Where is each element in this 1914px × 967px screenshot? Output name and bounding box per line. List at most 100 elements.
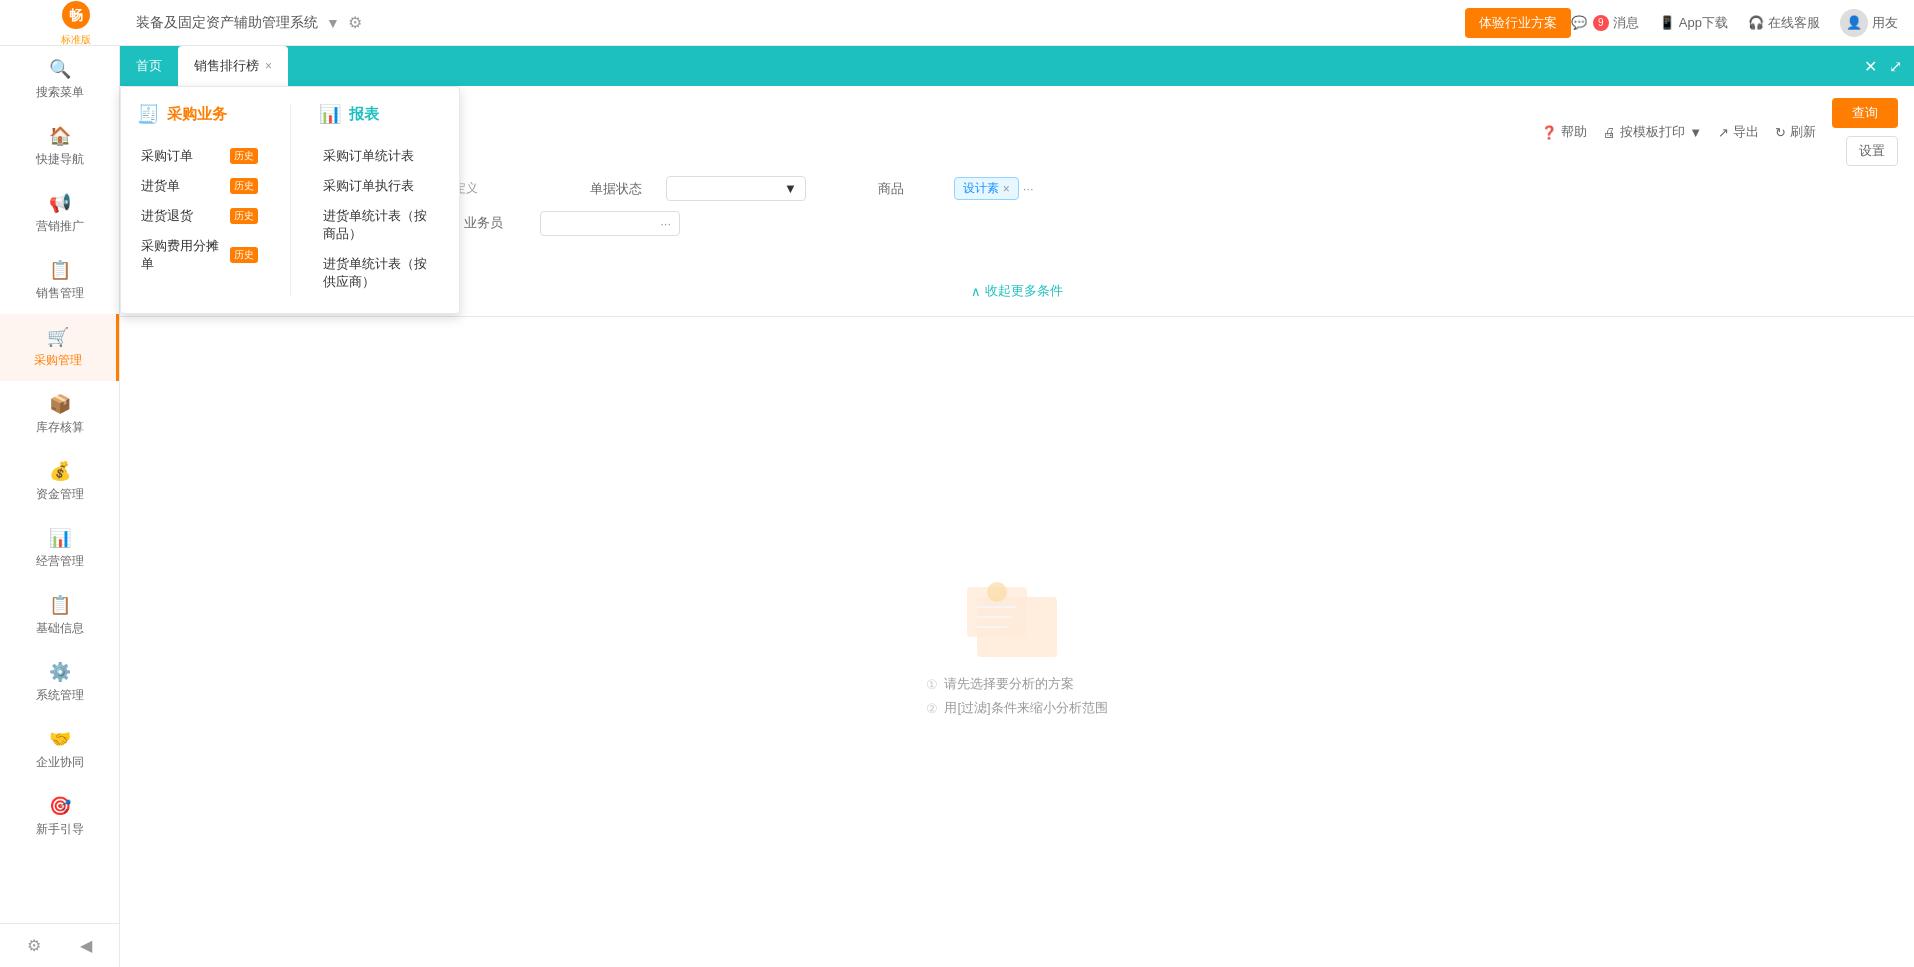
headset-icon: 🎧 [1748, 15, 1764, 30]
bill-status-dropdown-icon: ▼ [784, 181, 797, 196]
purchase-business-title: 采购业务 [167, 105, 227, 124]
incoming-label: 进货单 [141, 177, 222, 195]
product-tag-close-icon[interactable]: × [1003, 182, 1010, 196]
user-avatar: 👤 [1840, 9, 1868, 37]
help-label: 帮助 [1561, 123, 1587, 141]
menu-item-purchase-order[interactable]: 采购订单 历史 [137, 141, 262, 171]
operations-icon: 📊 [49, 527, 71, 549]
sidebar-item-quick-nav[interactable]: 🏠 快捷导航 [0, 113, 119, 180]
header-actions: 💬 9 消息 📱 App下载 🎧 在线客服 👤 用友 [1571, 9, 1898, 37]
menu-item-incoming-stat-product[interactable]: 进货单统计表（按商品） [319, 201, 444, 249]
hint1-bullet: ① [926, 677, 938, 692]
tab-maximize-icon[interactable]: ⤢ [1889, 57, 1902, 76]
salesperson-label: 业务员 [464, 214, 524, 232]
print-dropdown-icon: ▼ [1689, 125, 1702, 140]
refresh-label: 刷新 [1790, 123, 1816, 141]
menu-item-incoming-stat-supplier[interactable]: 进货单统计表（按供应商） [319, 249, 444, 297]
refresh-item[interactable]: ↻ 刷新 [1775, 123, 1816, 141]
print-label: 按模板打印 [1620, 123, 1685, 141]
system-icon: ⚙️ [49, 661, 71, 683]
empty-illustration [957, 567, 1077, 667]
tab-close-window-icon[interactable]: ✕ [1864, 57, 1877, 76]
sidebar-item-marketing[interactable]: 📢 营销推广 [0, 180, 119, 247]
product-filter-label: 商品 [878, 180, 938, 198]
menu-column-divider [290, 103, 291, 297]
product-tag: 设计素 × [954, 177, 1019, 200]
sidebar-item-guide-label: 新手引导 [36, 821, 84, 838]
menu-item-incoming[interactable]: 进货单 历史 [137, 171, 262, 201]
sidebar-item-inventory[interactable]: 📦 库存核算 [0, 381, 119, 448]
sidebar-item-finance[interactable]: 💰 资金管理 [0, 448, 119, 515]
svg-text:畅: 畅 [69, 7, 83, 23]
svg-point-4 [987, 582, 1007, 602]
menu-item-return[interactable]: 进货退货 历史 [137, 201, 262, 231]
report-header: 📊 报表 [319, 103, 444, 129]
sidebar-item-purchase[interactable]: 🛒 采购管理 [0, 314, 119, 381]
sidebar-item-finance-label: 资金管理 [36, 486, 84, 503]
sidebar-item-inventory-label: 库存核算 [36, 419, 84, 436]
menu-item-purchase-order-exec[interactable]: 采购订单执行表 [319, 171, 444, 201]
online-service-item[interactable]: 🎧 在线客服 [1748, 14, 1820, 32]
user-item[interactable]: 👤 用友 [1840, 9, 1898, 37]
marketing-icon: 📢 [49, 192, 71, 214]
report-title: 报表 [349, 105, 379, 124]
expense-history-badge: 历史 [230, 247, 258, 263]
dropdown-arrow-icon[interactable]: ▼ [326, 15, 340, 31]
sidebar-item-sales[interactable]: 📋 销售管理 [0, 247, 119, 314]
sidebar-item-purchase-label: 采购管理 [34, 352, 82, 369]
sidebar-item-sales-label: 销售管理 [36, 285, 84, 302]
hint2-bullet: ② [926, 701, 938, 716]
sidebar-bottom: ⚙ ◀ [0, 923, 119, 967]
collapse-label: 收起更多条件 [985, 282, 1063, 300]
incoming-stat-product-label: 进货单统计表（按商品） [323, 207, 440, 243]
salesperson-more-icon[interactable]: ··· [660, 216, 671, 231]
salesperson-select[interactable]: ··· [540, 211, 680, 236]
report-icon: 📊 [319, 103, 341, 125]
tab-sales-rank[interactable]: 销售排行榜 × [178, 46, 288, 86]
purchase-order-history-badge: 历史 [230, 148, 258, 164]
user-label: 用友 [1872, 14, 1898, 32]
incoming-history-badge: 历史 [230, 178, 258, 194]
system-name-area: 装备及固定资产辅助管理系统 ▼ ⚙ [136, 13, 1465, 32]
app-download-item[interactable]: 📱 App下载 [1659, 14, 1728, 32]
bill-status-select[interactable]: ▼ [666, 176, 806, 201]
query-button[interactable]: 查询 [1832, 98, 1898, 128]
print-template-item[interactable]: 🖨 按模板打印 ▼ [1603, 123, 1702, 141]
collapse-sidebar-icon[interactable]: ◀ [80, 936, 92, 955]
top-header: 畅 标准版 装备及固定资产辅助管理系统 ▼ ⚙ 体验行业方案 💬 9 消息 📱 … [0, 0, 1914, 46]
sidebar-item-system[interactable]: ⚙️ 系统管理 [0, 649, 119, 716]
help-item[interactable]: ❓ 帮助 [1541, 123, 1587, 141]
export-item[interactable]: ↗ 导出 [1718, 123, 1759, 141]
app-download-label: App下载 [1679, 14, 1728, 32]
trial-button[interactable]: 体验行业方案 [1465, 8, 1571, 38]
return-label: 进货退货 [141, 207, 222, 225]
empty-hint-1-row: ① 请先选择要分析的方案 [926, 675, 1074, 693]
settings-bottom-icon[interactable]: ⚙ [27, 936, 41, 955]
sidebar-item-operations-label: 经营管理 [36, 553, 84, 570]
message-item[interactable]: 💬 9 消息 [1571, 14, 1639, 32]
basic-info-icon: 📋 [49, 594, 71, 616]
menu-item-expense[interactable]: 采购费用分摊单 历史 [137, 231, 262, 279]
print-icon: 🖨 [1603, 125, 1616, 140]
purchase-order-stat-label: 采购订单统计表 [323, 147, 440, 165]
menu-item-purchase-order-stat[interactable]: 采购订单统计表 [319, 141, 444, 171]
purchase-order-label: 采购订单 [141, 147, 222, 165]
sidebar-item-cooperation[interactable]: 🤝 企业协同 [0, 716, 119, 783]
home-icon: 🏠 [49, 125, 71, 147]
incoming-stat-supplier-label: 进货单统计表（按供应商） [323, 255, 440, 291]
sidebar-item-search[interactable]: 🔍 搜索菜单 [0, 46, 119, 113]
sidebar-item-guide[interactable]: 🎯 新手引导 [0, 783, 119, 850]
settings-button[interactable]: 设置 [1846, 136, 1898, 166]
settings-gear-icon[interactable]: ⚙ [348, 13, 362, 32]
tab-close-icon[interactable]: × [265, 59, 272, 73]
tab-home[interactable]: 首页 [120, 46, 178, 86]
guide-icon: 🎯 [49, 795, 71, 817]
sidebar-item-operations[interactable]: 📊 经营管理 [0, 515, 119, 582]
product-more-icon[interactable]: ··· [1023, 181, 1034, 196]
tab-bar-actions: ✕ ⤢ [1864, 57, 1914, 76]
collapse-up-icon: ∧ [971, 284, 981, 299]
logo-subtitle: 标准版 [61, 33, 91, 47]
sidebar-item-basic-info[interactable]: 📋 基础信息 [0, 582, 119, 649]
tab-bar: 首页 销售排行榜 × ✕ ⤢ [120, 46, 1914, 86]
empty-state: ① 请先选择要分析的方案 ② 用[过滤]条件来缩小分析范围 [120, 317, 1914, 967]
